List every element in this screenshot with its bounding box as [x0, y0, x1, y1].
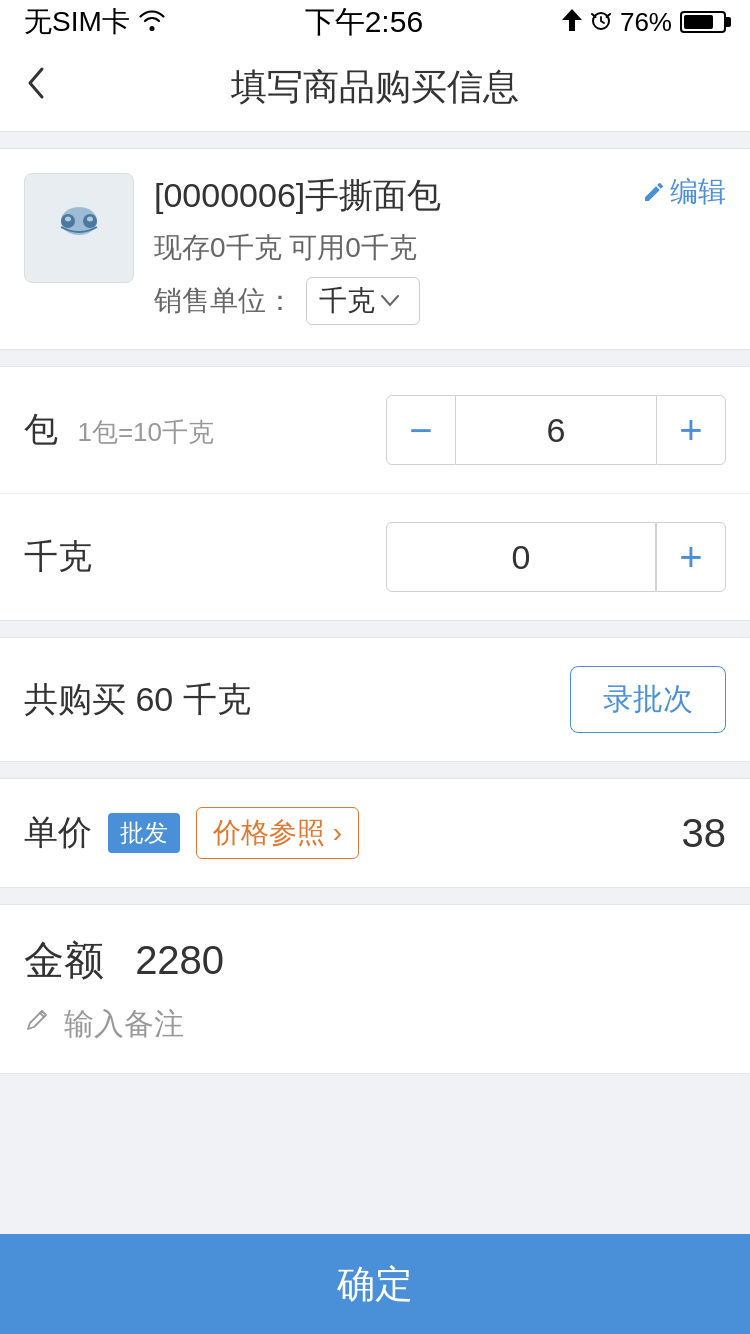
quantity-label-bao: 包 1包=10千克: [24, 407, 386, 453]
svg-point-5: [87, 217, 93, 222]
confirm-label: 确定: [337, 1259, 413, 1310]
nav-bar: 填写商品购买信息: [0, 44, 750, 132]
price-section: 单价 批发 价格参照 › 38: [0, 778, 750, 888]
product-image: [24, 173, 134, 283]
amount-section: 金额 2280 输入备注: [0, 904, 750, 1074]
quantity-bao-input[interactable]: [456, 395, 656, 465]
confirm-button[interactable]: 确定: [0, 1234, 750, 1334]
product-info: [0000006]手撕面包 编辑 现存0千克 可用0千克 销售单位： 千克: [154, 173, 726, 325]
total-text: 共购买 60 千克: [24, 677, 251, 723]
edit-button[interactable]: 编辑: [642, 173, 726, 211]
location-icon: [562, 7, 582, 38]
quantity-controls-bao: − +: [386, 395, 726, 465]
battery-percent: 76%: [620, 7, 672, 38]
quantity-section: 包 1包=10千克 − + 千克 +: [0, 366, 750, 621]
product-unit-row: 销售单位： 千克: [154, 277, 726, 325]
increment-bao-button[interactable]: +: [656, 395, 726, 465]
price-label: 单价: [24, 810, 92, 856]
page-title: 填写商品购买信息: [231, 63, 519, 112]
batch-button[interactable]: 录批次: [570, 666, 726, 733]
product-card: [0000006]手撕面包 编辑 现存0千克 可用0千克 销售单位： 千克: [0, 148, 750, 350]
decrement-bao-button[interactable]: −: [386, 395, 456, 465]
status-carrier: 无SIM卡: [24, 3, 166, 41]
product-stock: 现存0千克 可用0千克: [154, 229, 726, 267]
price-value: 38: [682, 811, 727, 856]
price-tag: 批发: [108, 813, 180, 853]
note-placeholder: 输入备注: [64, 1004, 184, 1045]
unit-dropdown[interactable]: 千克: [306, 277, 420, 325]
back-button[interactable]: [24, 63, 48, 112]
quantity-row-bao: 包 1包=10千克 − +: [0, 367, 750, 494]
total-row: 共购买 60 千克 录批次: [0, 637, 750, 762]
quantity-kg-input[interactable]: [386, 522, 656, 592]
quantity-row-kg: 千克 +: [0, 494, 750, 620]
status-right: 76%: [562, 7, 726, 38]
quantity-controls-kg: +: [386, 522, 726, 592]
amount-row: 金额 2280: [24, 933, 726, 988]
pencil-icon: [24, 1007, 52, 1042]
quantity-label-kg: 千克: [24, 534, 386, 580]
wifi-icon: [138, 6, 166, 38]
amount-note[interactable]: 输入备注: [24, 1004, 726, 1045]
svg-point-4: [65, 217, 71, 222]
status-bar: 无SIM卡 下午2:56 76%: [0, 0, 750, 44]
status-time: 下午2:56: [305, 2, 423, 43]
product-name: [0000006]手撕面包: [154, 173, 441, 219]
increment-kg-button[interactable]: +: [656, 522, 726, 592]
alarm-icon: [590, 7, 612, 38]
price-reference-button[interactable]: 价格参照 ›: [196, 807, 359, 859]
battery-icon: [680, 11, 726, 33]
